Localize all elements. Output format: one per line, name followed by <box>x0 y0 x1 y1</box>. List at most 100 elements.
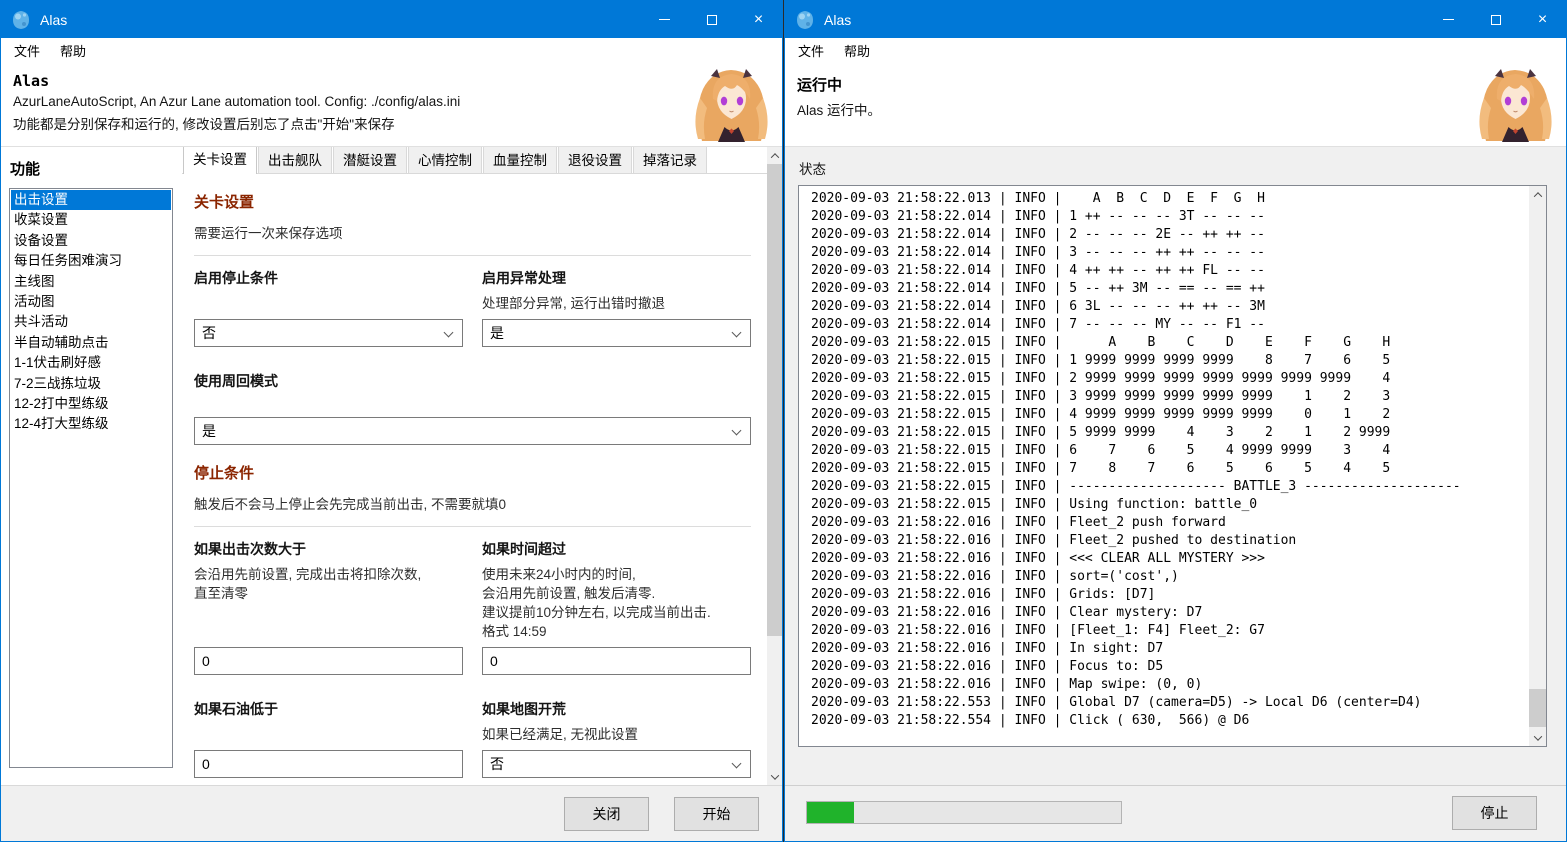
settings-tab[interactable]: 关卡设置 <box>183 144 257 174</box>
scrollbar-up-icon[interactable] <box>767 147 782 164</box>
close-button[interactable]: × <box>1519 1 1566 38</box>
log-scrollbar[interactable] <box>1529 186 1546 746</box>
log-line: 2020-09-03 21:58:22.016 | INFO | Fleet_2… <box>811 515 1226 530</box>
settings-tab[interactable]: 出击舰队 <box>258 145 332 173</box>
function-list-item[interactable]: 共斗活动 <box>11 312 171 332</box>
runner-status-subtitle: Alas 运行中。 <box>797 103 882 118</box>
maximize-button[interactable] <box>1472 1 1519 38</box>
titlebar: Alas × <box>1 1 782 38</box>
function-list-item[interactable]: 设备设置 <box>11 231 171 251</box>
chevron-down-icon <box>731 758 742 769</box>
runner-window: Alas × 文件 帮助 运行中 Alas 运行中。 状态 2020-09-03… <box>784 0 1567 842</box>
app-note: 功能都是分别保存和运行的, 修改设置后别忘了点击"开始"来保存 <box>13 117 395 132</box>
log-line: 2020-09-03 21:58:22.015 | INFO | -------… <box>811 479 1461 494</box>
settings-tab[interactable]: 退役设置 <box>558 145 632 173</box>
function-list-item[interactable]: 出击设置 <box>11 190 171 211</box>
start-button[interactable]: 开始 <box>674 796 759 831</box>
if-time-input[interactable] <box>482 647 751 675</box>
menu-item[interactable]: 文件 <box>798 38 833 63</box>
if-count-input[interactable] <box>194 647 463 675</box>
scrollbar-down-icon[interactable] <box>1529 729 1546 746</box>
runner-body: 状态 2020-09-03 21:58:22.013 | INFO | A B … <box>785 147 1566 785</box>
section-help-stop: 触发后不会马上停止会先完成当前出击, 不需要就填0 <box>194 497 507 512</box>
settings-tabstrip: 关卡设置 出击舰队 潜艇设置 心情控制 血量控制 退役设置 掉落记录 <box>182 144 767 174</box>
log-line: 2020-09-03 21:58:22.014 | INFO | 3 -- --… <box>811 245 1265 260</box>
settings-tab[interactable]: 掉落记录 <box>633 145 707 173</box>
select-value: 是 <box>490 325 504 341</box>
scrollbar-up-icon[interactable] <box>1529 186 1546 203</box>
menu-item[interactable]: 帮助 <box>844 38 879 63</box>
sidebar-heading: 功能 <box>10 161 41 178</box>
menu-item[interactable]: 帮助 <box>60 38 95 63</box>
maximize-button[interactable] <box>688 1 735 38</box>
chevron-down-icon <box>731 425 742 436</box>
log-line: 2020-09-03 21:58:22.015 | INFO | 2 9999 … <box>811 371 1391 386</box>
field-if-time: 如果时间超过 使用未来24小时内的时间, 会沿用先前设置, 触发后清零. 建议提… <box>482 529 751 675</box>
if-oil-input[interactable] <box>194 750 463 778</box>
function-list-item[interactable]: 每日任务困难演习 <box>11 251 171 271</box>
settings-tab[interactable]: 心情控制 <box>408 145 482 173</box>
log-line: 2020-09-03 21:58:22.015 | INFO | 4 9999 … <box>811 407 1391 422</box>
log-line: 2020-09-03 21:58:22.014 | INFO | 7 -- --… <box>811 317 1265 332</box>
if-map-clear-select[interactable]: 否 <box>482 750 751 778</box>
close-button[interactable]: × <box>735 1 782 38</box>
scrollbar-thumb[interactable] <box>767 164 782 637</box>
field-label: 如果石油低于 <box>194 701 278 717</box>
log-line: 2020-09-03 21:58:22.014 | INFO | 2 -- --… <box>811 227 1265 242</box>
function-list-item[interactable]: 半自动辅助点击 <box>11 333 171 353</box>
alas-logo-icon <box>10 9 32 31</box>
settings-window: Alas × 文件 帮助 Alas AzurLaneAutoScript, An … <box>0 0 783 842</box>
select-value: 否 <box>490 756 504 772</box>
function-list-item[interactable]: 活动图 <box>11 292 171 312</box>
section-title-stage: 关卡设置 <box>194 194 255 211</box>
enable-stop-condition-select[interactable]: 否 <box>194 319 463 347</box>
log-line: 2020-09-03 21:58:22.016 | INFO | In sigh… <box>811 641 1164 656</box>
scrollbar-down-icon[interactable] <box>767 768 782 785</box>
scrollbar-thumb[interactable] <box>1529 689 1546 727</box>
runner-header: 运行中 Alas 运行中。 <box>785 63 1566 147</box>
field-label: 使用周回模式 <box>194 373 278 389</box>
select-value: 是 <box>202 423 216 439</box>
field-help: 处理部分异常, 运行出错时撤退 <box>482 296 666 311</box>
status-label: 状态 <box>799 162 826 177</box>
field-label: 启用异常处理 <box>482 270 566 286</box>
log-line: 2020-09-03 21:58:22.014 | INFO | 6 3L --… <box>811 299 1265 314</box>
field-label: 启用停止条件 <box>194 270 278 286</box>
menu-item[interactable]: 文件 <box>14 38 49 63</box>
function-list-item[interactable]: 主线图 <box>11 272 171 292</box>
log-box[interactable]: 2020-09-03 21:58:22.013 | INFO | A B C D… <box>798 185 1547 747</box>
progress-bar-fill <box>807 802 855 823</box>
field-label: 如果时间超过 <box>482 541 566 557</box>
window-title: Alas <box>40 11 68 28</box>
settings-tab[interactable]: 潜艇设置 <box>333 145 407 173</box>
app-description: AzurLaneAutoScript, An Azur Lane automat… <box>13 94 461 109</box>
log-line: 2020-09-03 21:58:22.554 | INFO | Click (… <box>811 713 1250 728</box>
section-title-stop: 停止条件 <box>194 465 255 482</box>
divider <box>194 255 751 256</box>
settings-scrollbar[interactable] <box>767 147 782 785</box>
field-if-count: 如果出击次数大于 会沿用先前设置, 完成出击将扣除次数, 直至清零 <box>194 529 463 675</box>
log-line: 2020-09-03 21:58:22.016 | INFO | Focus t… <box>811 659 1164 674</box>
function-list-item[interactable]: 12-4打大型练级 <box>11 414 171 434</box>
field-help: 如果已经满足, 无视此设置 <box>482 727 639 742</box>
stop-button[interactable]: 停止 <box>1452 796 1537 830</box>
function-listbox[interactable]: 出击设置 收菜设置 设备设置 每日任务困难演习 主线图 活动图 共斗活动 半自动辅助点击 1-1… <box>9 188 173 768</box>
field-if-map-clear: 如果地图开荒 如果已经满足, 无视此设置 否 <box>482 689 751 778</box>
function-list-item[interactable]: 12-2打中型练级 <box>11 394 171 414</box>
settings-scroll-area: 关卡设置 需要运行一次来保存选项 启用停止条件 否 启用异常处理 处理部分异常,… <box>182 174 767 785</box>
function-list-item[interactable]: 1-1伏击刷好感 <box>11 353 171 373</box>
minimize-button[interactable] <box>641 1 688 38</box>
settings-tab[interactable]: 血量控制 <box>483 145 557 173</box>
minimize-button[interactable] <box>1425 1 1472 38</box>
log-line: 2020-09-03 21:58:22.015 | INFO | Using f… <box>811 497 1258 512</box>
log-lines: 2020-09-03 21:58:22.013 | INFO | A B C D… <box>799 186 1529 746</box>
log-line: 2020-09-03 21:58:22.015 | INFO | 3 9999 … <box>811 389 1391 404</box>
enable-exception-select[interactable]: 是 <box>482 319 751 347</box>
log-line: 2020-09-03 21:58:22.015 | INFO | A B C D… <box>811 335 1391 350</box>
function-list-item[interactable]: 7-2三战拣垃圾 <box>11 374 171 394</box>
function-list-item[interactable]: 收菜设置 <box>11 210 171 230</box>
close-config-button[interactable]: 关闭 <box>564 796 649 831</box>
select-value: 否 <box>202 325 216 341</box>
function-sidebar: 功能 出击设置 收菜设置 设备设置 每日任务困难演习 主线图 活动图 共斗活动 半自动辅助点击… <box>1 147 182 785</box>
loop-mode-select[interactable]: 是 <box>194 417 751 445</box>
